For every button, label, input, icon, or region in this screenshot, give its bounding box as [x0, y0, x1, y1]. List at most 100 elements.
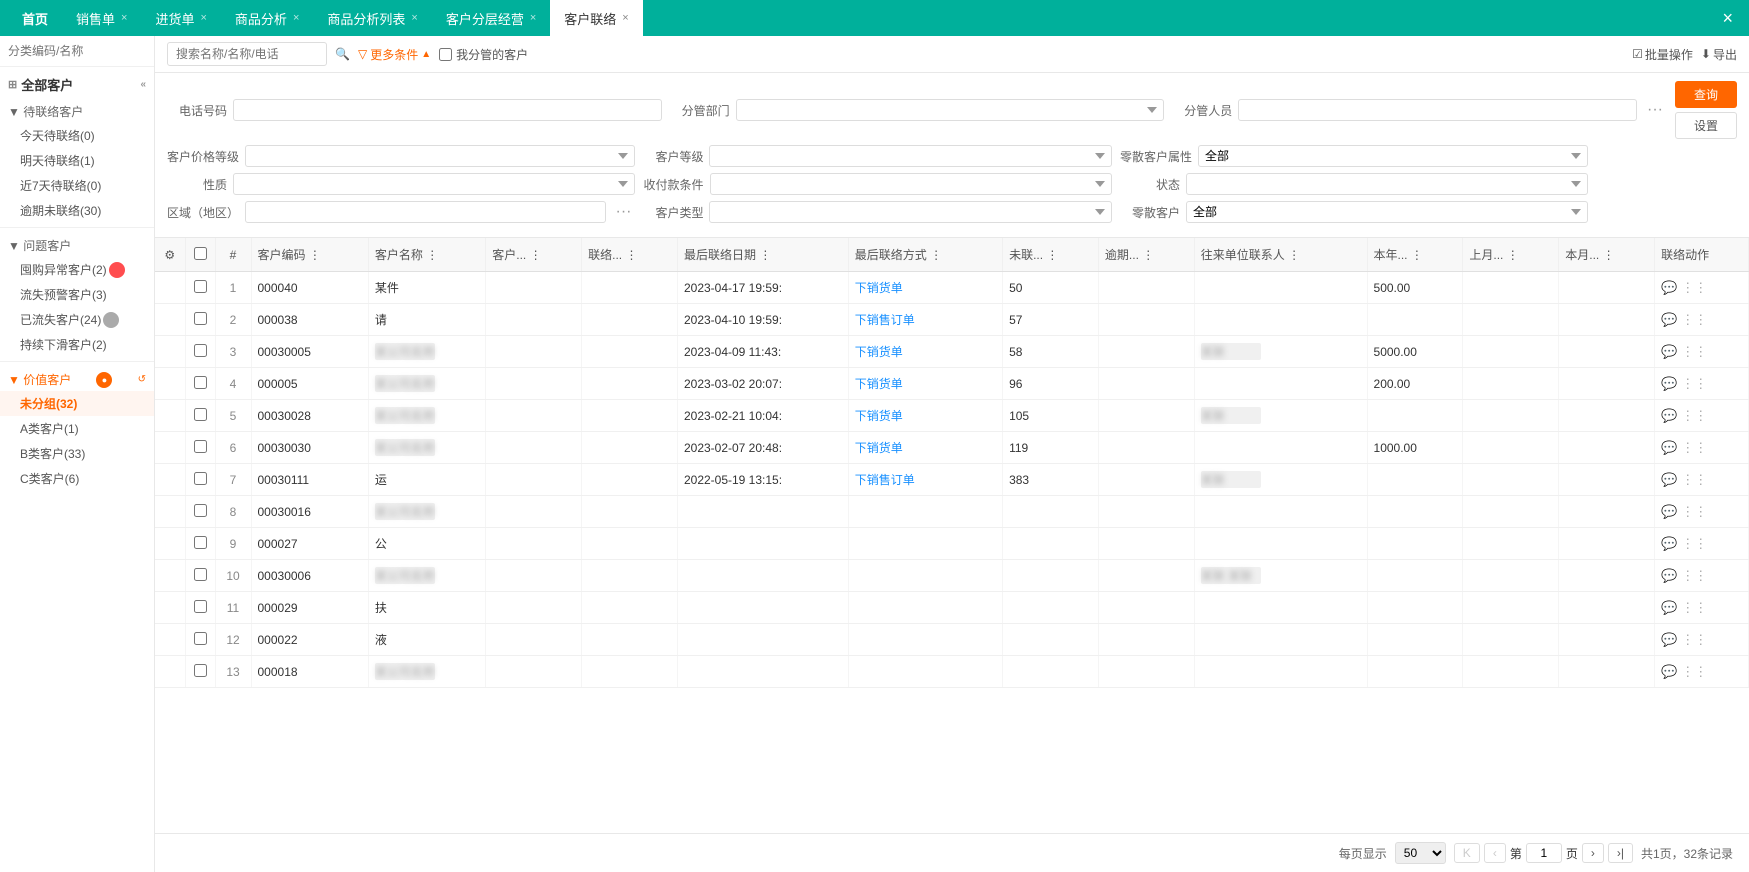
more-action-icon[interactable]: ⋮⋮ [1681, 312, 1707, 328]
row-checkbox[interactable] [194, 600, 207, 613]
row-checkbox[interactable] [194, 440, 207, 453]
batch-operation-button[interactable]: ☑ 批量操作 [1632, 46, 1693, 63]
td-check[interactable] [185, 528, 215, 560]
th-overdue[interactable]: 逾期... ⋮ [1098, 238, 1194, 272]
phone-input[interactable] [233, 99, 662, 121]
sidebar-item-tomorrow-pending[interactable]: 明天待联络(1) [0, 148, 154, 173]
row-checkbox[interactable] [194, 632, 207, 645]
more-action-icon[interactable]: ⋮⋮ [1681, 344, 1707, 360]
td-last-method[interactable]: 下销货单 [848, 336, 1002, 368]
sidebar-search-input[interactable] [8, 44, 155, 58]
contact-action-icon[interactable]: 💬 [1661, 376, 1677, 392]
td-check[interactable] [185, 592, 215, 624]
window-close-button[interactable]: × [1714, 8, 1741, 29]
row-checkbox[interactable] [194, 664, 207, 677]
first-page-button[interactable]: K [1454, 843, 1480, 863]
th-contact[interactable]: 联络... ⋮ [582, 238, 678, 272]
contact-action-icon[interactable]: 💬 [1661, 408, 1677, 424]
sidebar-item-unassigned[interactable]: 未分组(32) [0, 391, 154, 416]
more-action-icon[interactable]: ⋮⋮ [1681, 408, 1707, 424]
my-customers-checkbox[interactable]: 我分管的客户 [439, 46, 528, 63]
collapse-icon[interactable]: « [140, 79, 146, 90]
row-checkbox[interactable] [194, 280, 207, 293]
more-action-icon[interactable]: ⋮⋮ [1681, 376, 1707, 392]
page-size-select[interactable]: 50 100 200 [1395, 842, 1446, 864]
td-check[interactable] [185, 432, 215, 464]
more-filters-button[interactable]: ▽ 更多条件 ▲ [358, 46, 431, 63]
row-checkbox[interactable] [194, 568, 207, 581]
refresh-icon[interactable]: ↺ [138, 374, 146, 385]
last-page-button[interactable]: ›| [1608, 843, 1633, 863]
price-level-select[interactable] [245, 145, 635, 167]
nav-tab-home[interactable]: 首页 [8, 0, 62, 36]
contact-action-icon[interactable]: 💬 [1661, 632, 1677, 648]
customer-type-select[interactable] [709, 201, 1111, 223]
row-checkbox[interactable] [194, 536, 207, 549]
row-checkbox[interactable] [194, 408, 207, 421]
search-input[interactable] [167, 42, 327, 66]
th-no-contact[interactable]: 未联... ⋮ [1003, 238, 1099, 272]
td-check[interactable] [185, 496, 215, 528]
close-icon[interactable]: × [293, 12, 299, 24]
td-last-method[interactable] [848, 592, 1002, 624]
nav-tab-customer-contact[interactable]: 客户联络 × [550, 0, 642, 36]
td-last-method[interactable]: 下销售订单 [848, 304, 1002, 336]
nature-select[interactable] [233, 173, 635, 195]
close-icon[interactable]: × [411, 12, 417, 24]
more-action-icon[interactable]: ⋮⋮ [1681, 440, 1707, 456]
td-last-method[interactable] [848, 656, 1002, 688]
settings-icon[interactable]: ⚙ [164, 248, 175, 262]
last-method-link[interactable]: 下销售订单 [855, 313, 915, 327]
row-checkbox[interactable] [194, 472, 207, 485]
my-customers-check[interactable] [439, 48, 452, 61]
more-action-icon[interactable]: ⋮⋮ [1681, 536, 1707, 552]
td-check[interactable] [185, 560, 215, 592]
td-last-method[interactable] [848, 624, 1002, 656]
contact-action-icon[interactable]: 💬 [1661, 472, 1677, 488]
reset-button[interactable]: 设置 [1675, 112, 1737, 139]
more-action-icon[interactable]: ⋮⋮ [1681, 632, 1707, 648]
all-customers-title[interactable]: ⊞ 全部客户 « [0, 67, 154, 98]
th-last-month[interactable]: 上月... ⋮ [1463, 238, 1559, 272]
contact-action-icon[interactable]: 💬 [1661, 312, 1677, 328]
zero-attr-select[interactable]: 全部 [1198, 145, 1588, 167]
contact-action-icon[interactable]: 💬 [1661, 536, 1677, 552]
td-last-method[interactable] [848, 528, 1002, 560]
search-button[interactable]: 🔍 [335, 47, 350, 61]
nav-tab-goods-analysis-list[interactable]: 商品分析列表 × [313, 0, 431, 36]
th-type[interactable]: 客户... ⋮ [486, 238, 582, 272]
row-checkbox[interactable] [194, 312, 207, 325]
sidebar-group-problem[interactable]: ▼ 问题客户 [0, 232, 154, 257]
th-check[interactable] [185, 238, 215, 272]
more-action-icon[interactable]: ⋮⋮ [1681, 600, 1707, 616]
td-check[interactable] [185, 368, 215, 400]
contact-action-icon[interactable]: 💬 [1661, 344, 1677, 360]
td-last-method[interactable] [848, 560, 1002, 592]
customer-level-select[interactable] [709, 145, 1111, 167]
page-number-input[interactable] [1526, 843, 1562, 863]
close-icon[interactable]: × [121, 12, 127, 24]
sidebar-group-value[interactable]: ▼ 价值客户 ● ↺ [0, 366, 154, 391]
th-code[interactable]: 客户编码 ⋮ [251, 238, 368, 272]
contact-action-icon[interactable]: 💬 [1661, 504, 1677, 520]
dept-select[interactable] [736, 99, 1165, 121]
more-action-icon[interactable]: ⋮⋮ [1681, 280, 1707, 296]
td-check[interactable] [185, 400, 215, 432]
sidebar-item-lost[interactable]: 已流失客户(24) [0, 307, 154, 332]
sidebar-group-pending[interactable]: ▼ 待联络客户 [0, 98, 154, 123]
th-this-month[interactable]: 本月... ⋮ [1559, 238, 1655, 272]
last-method-link[interactable]: 下销货单 [855, 345, 903, 359]
th-unit-contact[interactable]: 往来单位联系人 ⋮ [1194, 238, 1367, 272]
sidebar-item-loss-warning[interactable]: 流失预警客户(3) [0, 282, 154, 307]
sidebar-item-today-pending[interactable]: 今天待联络(0) [0, 123, 154, 148]
last-method-link[interactable]: 下销售订单 [855, 473, 915, 487]
td-last-method[interactable]: 下销货单 [848, 272, 1002, 304]
contact-action-icon[interactable]: 💬 [1661, 568, 1677, 584]
td-last-method[interactable]: 下销货单 [848, 368, 1002, 400]
last-method-link[interactable]: 下销货单 [855, 409, 903, 423]
region-input[interactable] [245, 201, 605, 223]
sidebar-item-abnormal[interactable]: 囤购异常客户(2) [0, 257, 154, 282]
region-more-icon[interactable]: ··· [612, 203, 636, 221]
contact-action-icon[interactable]: 💬 [1661, 664, 1677, 680]
td-check[interactable] [185, 656, 215, 688]
